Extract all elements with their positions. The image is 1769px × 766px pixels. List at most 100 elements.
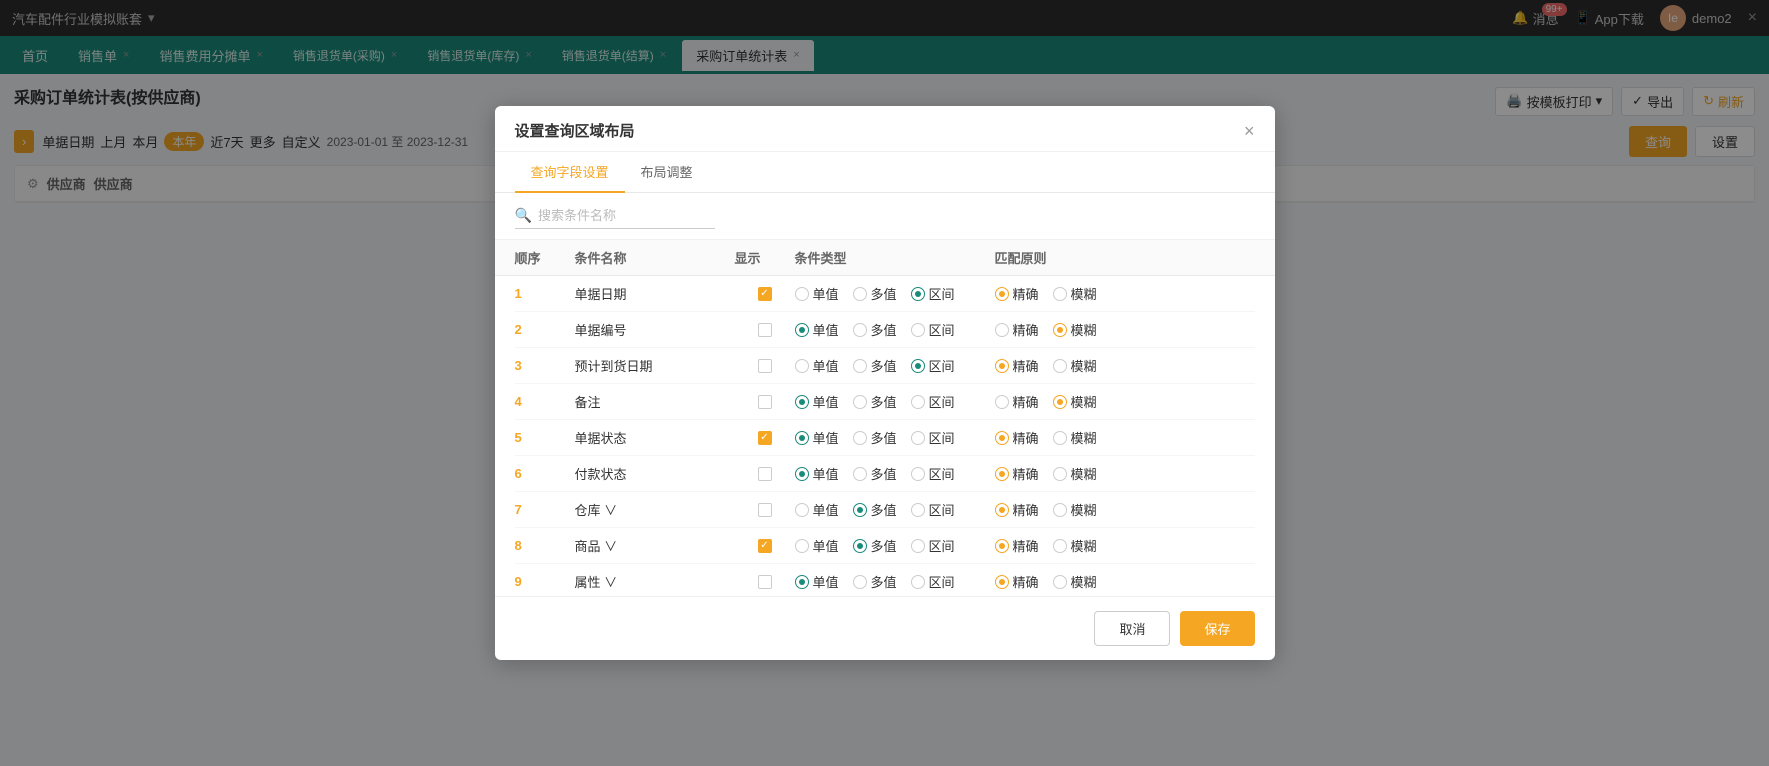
radio-match-exact[interactable]: 精确 [995,356,1039,375]
checkbox[interactable] [758,431,772,445]
dialog-close-button[interactable]: × [1244,122,1255,140]
radio-circle [1053,287,1067,301]
row-name: 商品 ∨ [575,536,735,555]
radio-circle [911,575,925,589]
checkbox[interactable] [758,575,772,589]
radio-type-multi[interactable]: 多值 [853,572,897,591]
radio-type-range[interactable]: 区间 [911,536,955,555]
row-name: 单据状态 [575,428,735,447]
row-name: 预计到货日期 [575,356,735,375]
radio-match-fuzzy[interactable]: 模糊 [1053,356,1097,375]
row-display-check[interactable] [735,575,795,589]
radio-match-exact[interactable]: 精确 [995,284,1039,303]
radio-type-single[interactable]: 单值 [795,284,839,303]
radio-match-fuzzy[interactable]: 模糊 [1053,428,1097,447]
radio-type-single[interactable]: 单值 [795,536,839,555]
radio-type-single[interactable]: 单值 [795,356,839,375]
radio-circle [995,359,1009,373]
search-input[interactable] [538,208,715,223]
row-type-group: 单值多值区间 [795,464,995,483]
radio-type-multi[interactable]: 多值 [853,500,897,519]
radio-circle [995,539,1009,553]
radio-circle [995,287,1009,301]
radio-circle [1053,323,1067,337]
row-display-check[interactable] [735,323,795,337]
radio-type-range[interactable]: 区间 [911,572,955,591]
radio-circle [1053,395,1067,409]
row-match-group: 精确模糊 [995,428,1195,447]
radio-type-single[interactable]: 单值 [795,428,839,447]
radio-match-fuzzy[interactable]: 模糊 [1053,500,1097,519]
radio-type-multi[interactable]: 多值 [853,356,897,375]
radio-type-range[interactable]: 区间 [911,320,955,339]
radio-match-exact[interactable]: 精确 [995,572,1039,591]
radio-circle [1053,575,1067,589]
row-display-check[interactable] [735,287,795,301]
radio-match-exact[interactable]: 精确 [995,464,1039,483]
radio-type-range[interactable]: 区间 [911,500,955,519]
radio-match-fuzzy[interactable]: 模糊 [1053,572,1097,591]
radio-type-single[interactable]: 单值 [795,572,839,591]
checkbox[interactable] [758,287,772,301]
row-type-group: 单值多值区间 [795,572,995,591]
row-display-check[interactable] [735,503,795,517]
radio-match-fuzzy[interactable]: 模糊 [1053,392,1097,411]
radio-type-single[interactable]: 单值 [795,500,839,519]
radio-circle [911,539,925,553]
row-display-check[interactable] [735,539,795,553]
radio-circle [853,287,867,301]
radio-match-fuzzy[interactable]: 模糊 [1053,320,1097,339]
checkbox[interactable] [758,503,772,517]
radio-circle [995,575,1009,589]
radio-type-single[interactable]: 单值 [795,464,839,483]
radio-match-fuzzy[interactable]: 模糊 [1053,284,1097,303]
tab-layout-adjust[interactable]: 布局调整 [625,152,709,193]
radio-type-multi[interactable]: 多值 [853,536,897,555]
radio-circle [795,287,809,301]
radio-type-multi[interactable]: 多值 [853,428,897,447]
save-button[interactable]: 保存 [1180,611,1254,646]
dialog-table-row: 2单据编号单值多值区间精确模糊 [515,312,1255,348]
row-display-check[interactable] [735,431,795,445]
radio-type-range[interactable]: 区间 [911,464,955,483]
radio-circle [911,395,925,409]
row-display-check[interactable] [735,467,795,481]
radio-match-exact[interactable]: 精确 [995,320,1039,339]
radio-type-single[interactable]: 单值 [795,392,839,411]
radio-match-exact[interactable]: 精确 [995,392,1039,411]
radio-match-fuzzy[interactable]: 模糊 [1053,536,1097,555]
checkbox[interactable] [758,395,772,409]
radio-circle [795,575,809,589]
radio-type-range[interactable]: 区间 [911,356,955,375]
radio-match-exact[interactable]: 精确 [995,428,1039,447]
row-order: 2 [515,322,575,337]
checkbox[interactable] [758,323,772,337]
row-name: 付款状态 [575,464,735,483]
checkbox[interactable] [758,539,772,553]
radio-type-single[interactable]: 单值 [795,320,839,339]
dialog-search-area: 🔍 [495,193,1275,240]
row-type-group: 单值多值区间 [795,536,995,555]
radio-type-multi[interactable]: 多值 [853,464,897,483]
radio-circle [995,431,1009,445]
radio-type-range[interactable]: 区间 [911,392,955,411]
row-display-check[interactable] [735,359,795,373]
radio-match-exact[interactable]: 精确 [995,536,1039,555]
row-name: 仓库 ∨ [575,500,735,519]
row-match-group: 精确模糊 [995,392,1195,411]
radio-type-multi[interactable]: 多值 [853,320,897,339]
radio-type-range[interactable]: 区间 [911,284,955,303]
row-match-group: 精确模糊 [995,572,1195,591]
radio-match-exact[interactable]: 精确 [995,500,1039,519]
radio-type-multi[interactable]: 多值 [853,392,897,411]
radio-type-range[interactable]: 区间 [911,428,955,447]
radio-match-fuzzy[interactable]: 模糊 [1053,464,1097,483]
radio-circle [1053,431,1067,445]
checkbox[interactable] [758,467,772,481]
radio-type-multi[interactable]: 多值 [853,284,897,303]
row-display-check[interactable] [735,395,795,409]
row-order: 5 [515,430,575,445]
cancel-button[interactable]: 取消 [1094,611,1170,646]
tab-query-fields[interactable]: 查询字段设置 [515,152,625,193]
checkbox[interactable] [758,359,772,373]
